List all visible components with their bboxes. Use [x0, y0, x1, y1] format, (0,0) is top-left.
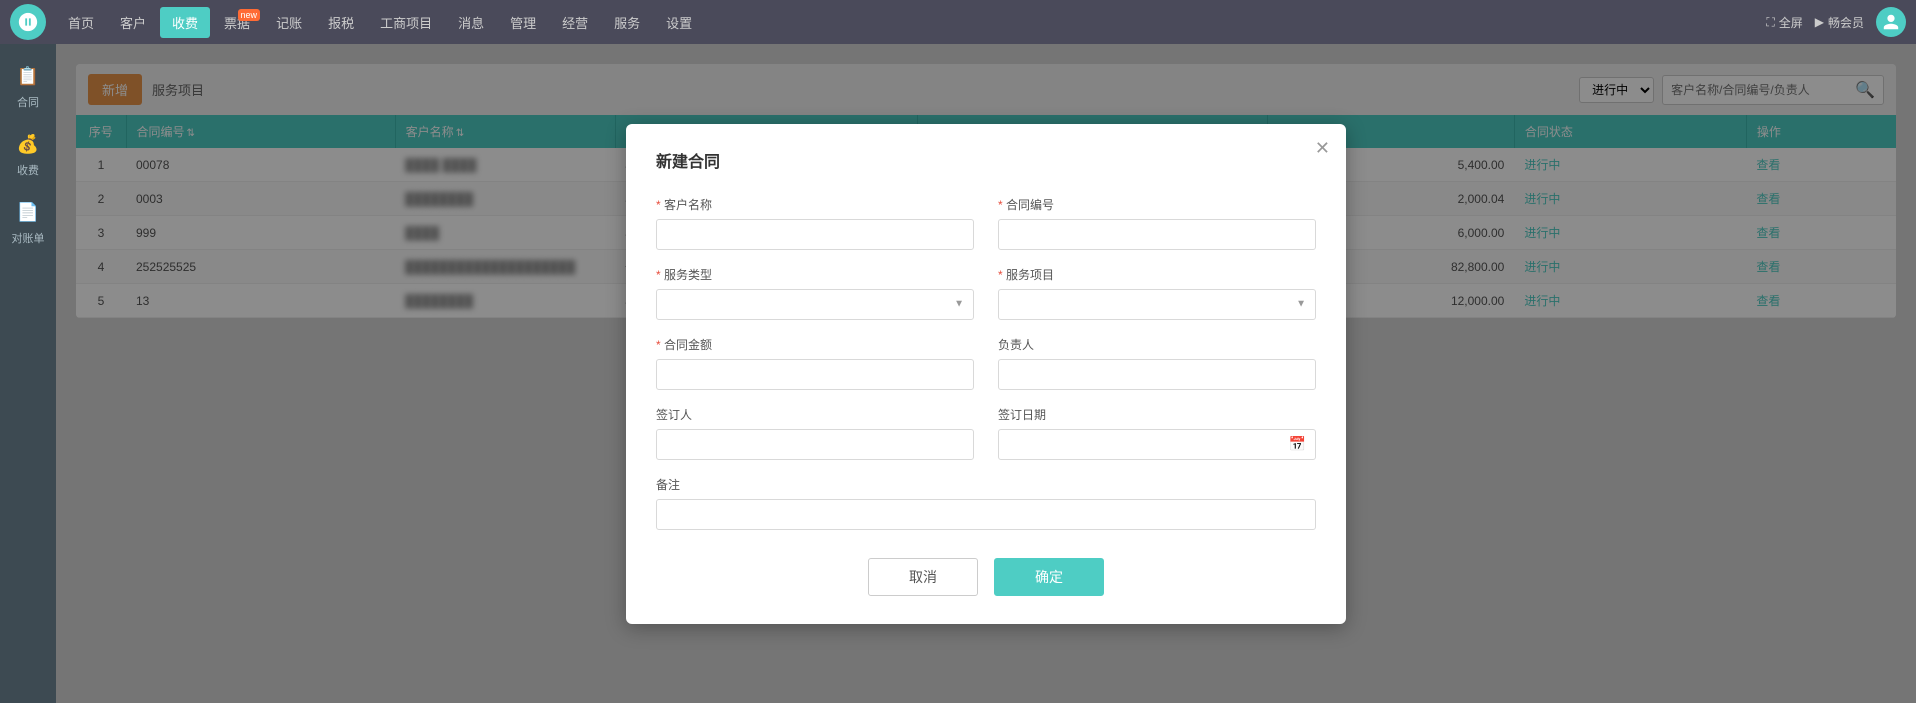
- contract-dialog: 新建合同 ✕ 客户名称 合同编号 服务类型: [626, 124, 1346, 624]
- note-label: 备注: [656, 476, 1316, 493]
- vip-button[interactable]: ▶ 畅会员: [1815, 14, 1864, 31]
- nav-item-client[interactable]: 客户: [108, 7, 158, 38]
- fee-icon: 💰: [14, 130, 42, 158]
- sign-date-label: 签订日期: [998, 406, 1316, 423]
- nav-item-fee[interactable]: 收费: [160, 7, 210, 38]
- contract-no-label: 合同编号: [998, 196, 1316, 213]
- content-area: 新增 服务项目 进行中 已完成 已终止 🔍: [56, 44, 1916, 703]
- sidebar-item-contract[interactable]: 📋 合同: [2, 54, 54, 118]
- fullscreen-icon: ⛶: [1766, 15, 1774, 30]
- contract-no-input[interactable]: [998, 219, 1316, 250]
- sign-date-input-wrap: 2023-06-06 📅: [998, 429, 1316, 460]
- nav-item-home[interactable]: 首页: [56, 7, 106, 38]
- form-row-signer: 签订人: [656, 406, 974, 460]
- form-row-note: 备注: [656, 476, 1316, 530]
- amount-label: 合同金额: [656, 336, 974, 353]
- sidebar: 📋 合同 💰 收费 📄 对账单: [0, 44, 56, 703]
- nav-item-invoice[interactable]: 票据 new: [212, 7, 262, 38]
- nav-items: 首页 客户 收费 票据 new 记账 报税 工商项目 消息 管理 经营 服务 设…: [56, 7, 1766, 38]
- fullscreen-button[interactable]: ⛶ 全屏: [1766, 14, 1802, 31]
- sidebar-item-fee[interactable]: 💰 收费: [2, 122, 54, 186]
- modal-overlay: 新建合同 ✕ 客户名称 合同编号 服务类型: [56, 44, 1916, 703]
- form-row-responsible: 负责人: [998, 336, 1316, 390]
- nav-item-bookkeeping[interactable]: 记账: [264, 7, 314, 38]
- service-type-select-wrap: ▼: [656, 289, 974, 320]
- signer-input[interactable]: [656, 429, 974, 460]
- service-type-select[interactable]: [656, 289, 974, 320]
- amount-input[interactable]: 0.00: [656, 359, 974, 390]
- cancel-button[interactable]: 取消: [868, 558, 978, 596]
- form-row-service-type: 服务类型 ▼: [656, 266, 974, 320]
- dialog-title: 新建合同: [656, 148, 1316, 172]
- service-item-select[interactable]: [998, 289, 1316, 320]
- note-input[interactable]: [656, 499, 1316, 530]
- nav-item-operation[interactable]: 经营: [550, 7, 600, 38]
- contract-icon: 📋: [14, 62, 42, 90]
- nav-item-tax[interactable]: 报税: [316, 7, 366, 38]
- service-type-label: 服务类型: [656, 266, 974, 283]
- vip-icon: ▶: [1815, 15, 1824, 29]
- calendar-icon[interactable]: 📅: [1289, 436, 1306, 453]
- nav-item-settings[interactable]: 设置: [654, 7, 704, 38]
- sidebar-item-statement[interactable]: 📄 对账单: [2, 190, 54, 254]
- nav-item-message[interactable]: 消息: [446, 7, 496, 38]
- service-item-select-wrap: ▼: [998, 289, 1316, 320]
- confirm-button[interactable]: 确定: [994, 558, 1104, 596]
- main-layout: 📋 合同 💰 收费 📄 对账单 新增 服务项目 进行中 已完成 已终止: [0, 44, 1916, 703]
- nav-item-service[interactable]: 服务: [602, 7, 652, 38]
- top-nav: 首页 客户 收费 票据 new 记账 报税 工商项目 消息 管理 经营 服务 设…: [0, 0, 1916, 44]
- signer-label: 签订人: [656, 406, 974, 423]
- customer-name-input[interactable]: [656, 219, 974, 250]
- avatar[interactable]: [1876, 7, 1906, 37]
- new-badge: new: [238, 9, 261, 21]
- form-row-amount: 合同金额 0.00: [656, 336, 974, 390]
- responsible-label: 负责人: [998, 336, 1316, 353]
- form-row-contract-no: 合同编号: [998, 196, 1316, 250]
- form-row-sign-date: 签订日期 2023-06-06 📅: [998, 406, 1316, 460]
- nav-item-business[interactable]: 工商项目: [368, 7, 444, 38]
- dialog-footer: 取消 确定: [656, 558, 1316, 596]
- service-item-label: 服务项目: [998, 266, 1316, 283]
- customer-name-label: 客户名称: [656, 196, 974, 213]
- responsible-input[interactable]: [998, 359, 1316, 390]
- sign-date-input[interactable]: 2023-06-06: [998, 429, 1316, 460]
- nav-right: ⛶ 全屏 ▶ 畅会员: [1766, 7, 1906, 37]
- form-row-customer: 客户名称: [656, 196, 974, 250]
- statement-icon: 📄: [14, 198, 42, 226]
- form-row-service-item: 服务项目 ▼: [998, 266, 1316, 320]
- dialog-close-button[interactable]: ✕: [1315, 138, 1330, 159]
- dialog-form: 客户名称 合同编号 服务类型 ▼: [656, 196, 1316, 530]
- nav-item-manage[interactable]: 管理: [498, 7, 548, 38]
- logo: [10, 4, 46, 40]
